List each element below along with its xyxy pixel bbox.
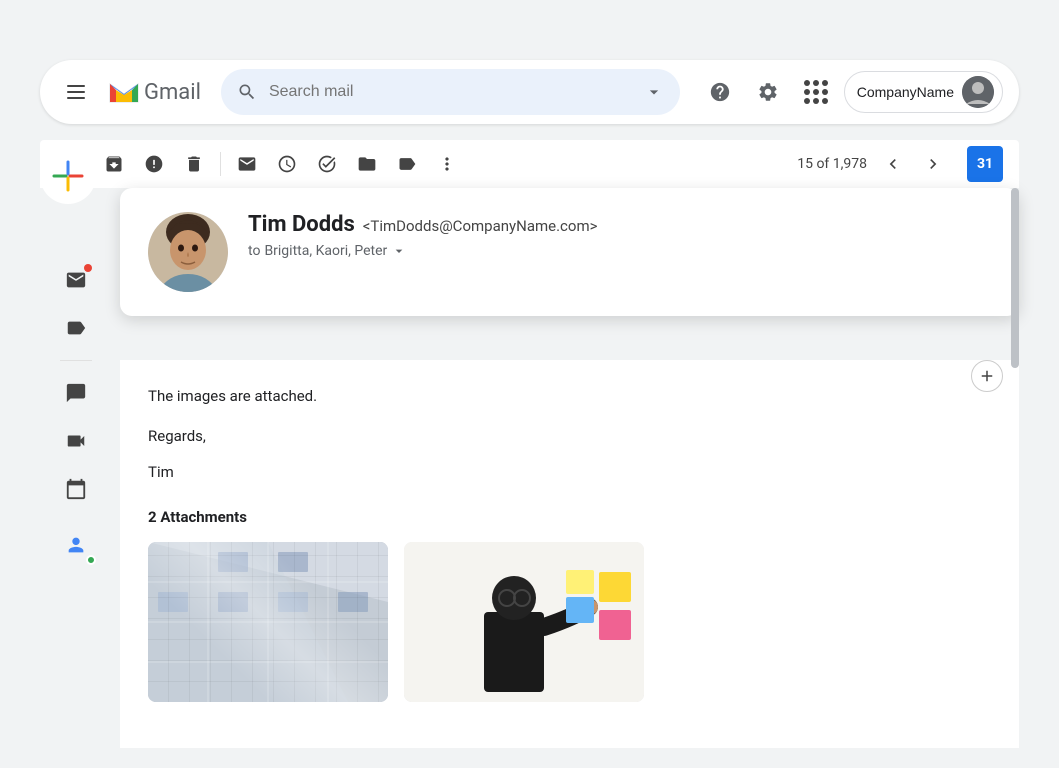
- archive-icon: [104, 154, 124, 174]
- attachment-2[interactable]: [404, 542, 644, 702]
- email-toolbar: 15 of 1,978 31: [40, 140, 1019, 188]
- contacts-status-dot: [86, 555, 96, 565]
- sender-email: <TimDodds@CompanyName.com>: [363, 217, 598, 235]
- label-icon: [397, 154, 417, 174]
- label-sidebar-icon: [65, 317, 87, 339]
- clock-icon: [277, 154, 297, 174]
- sender-name: Tim Dodds: [248, 212, 355, 237]
- sidebar-item-meet[interactable]: [56, 373, 96, 413]
- email-body: The images are attached. Regards, Tim 2 …: [120, 360, 1019, 748]
- archive-button[interactable]: [96, 146, 132, 182]
- move-button[interactable]: [349, 146, 385, 182]
- calendar-badge: 31: [967, 146, 1003, 182]
- sidebar-divider: [60, 360, 92, 361]
- snooze-button[interactable]: [269, 146, 305, 182]
- to-recipients: Brigitta, Kaori, Peter: [264, 243, 387, 259]
- search-dropdown-icon[interactable]: [644, 82, 664, 102]
- toolbar-pagination: 15 of 1,978 31: [797, 146, 1003, 182]
- sender-avatar: [148, 212, 228, 292]
- warning-icon: [144, 154, 164, 174]
- email-line-3: Tim: [148, 460, 991, 484]
- settings-button[interactable]: [748, 72, 788, 112]
- attachments-header: 2 Attachments: [148, 500, 991, 542]
- sender-name-row: Tim Dodds <TimDodds@CompanyName.com>: [248, 212, 991, 237]
- attachment-2-image: [404, 542, 644, 702]
- email-scrollbar[interactable]: [1011, 188, 1019, 368]
- video-sidebar-icon: [65, 430, 87, 452]
- mark-unread-button[interactable]: [229, 146, 265, 182]
- tasks-button[interactable]: [309, 146, 345, 182]
- header-bar: Gmail: [40, 60, 1019, 124]
- toolbar-divider: [220, 152, 221, 176]
- more-vert-icon: [437, 154, 457, 174]
- attachment-1[interactable]: [148, 542, 388, 702]
- chat-sidebar-icon: [65, 382, 87, 404]
- calendar-sidebar-icon: [65, 478, 87, 500]
- person-sidebar-icon: [65, 534, 87, 556]
- attachments-label: 2 Attachments: [148, 508, 247, 526]
- sidebar-item-label[interactable]: [56, 308, 96, 348]
- delete-icon: [184, 154, 204, 174]
- more-button[interactable]: [429, 146, 465, 182]
- folder-icon: [357, 154, 377, 174]
- attachments-row: [148, 542, 991, 702]
- pagination-text: 15 of 1,978: [797, 156, 867, 172]
- mail-notification-dot: [84, 264, 92, 272]
- sidebar-item-contacts[interactable]: [56, 525, 96, 565]
- m-logo-icon: [108, 76, 140, 108]
- account-button[interactable]: CompanyName: [844, 71, 1003, 113]
- task-icon: [317, 154, 337, 174]
- chevron-left-icon: [883, 154, 903, 174]
- gmail-label: Gmail: [144, 80, 201, 105]
- gmail-logo: Gmail: [108, 76, 201, 108]
- label-button[interactable]: [389, 146, 425, 182]
- header-left: Gmail: [56, 72, 201, 112]
- sender-card: Tim Dodds <TimDodds@CompanyName.com> to …: [120, 188, 1019, 316]
- sender-to-row: to Brigitta, Kaori, Peter: [248, 243, 991, 259]
- search-bar[interactable]: [221, 69, 680, 115]
- mail-icon: [237, 154, 257, 174]
- pagination-nav: [875, 146, 951, 182]
- grid-dots-icon: [804, 80, 828, 104]
- help-icon: [709, 81, 731, 103]
- sidebar-item-mail[interactable]: [56, 260, 96, 300]
- email-line-1: The images are attached.: [148, 384, 991, 408]
- sidebar-item-video[interactable]: [56, 421, 96, 461]
- sidebar: [40, 188, 112, 748]
- account-name-label: CompanyName: [857, 84, 954, 100]
- email-line-2: Regards,: [148, 424, 991, 448]
- prev-email-button[interactable]: [875, 146, 911, 182]
- next-email-button[interactable]: [915, 146, 951, 182]
- attachment-1-image: [148, 542, 388, 702]
- help-button[interactable]: [700, 72, 740, 112]
- search-input[interactable]: [269, 83, 632, 101]
- sidebar-item-calendar[interactable]: [56, 469, 96, 509]
- sender-info: Tim Dodds <TimDodds@CompanyName.com> to …: [248, 212, 991, 259]
- recipients-expand-icon[interactable]: [391, 243, 407, 259]
- gmail-container: Gmail: [0, 0, 1059, 768]
- add-attachment-button[interactable]: [971, 360, 1003, 392]
- delete-button[interactable]: [176, 146, 212, 182]
- apps-button[interactable]: [796, 72, 836, 112]
- search-icon: [237, 82, 257, 102]
- to-label: to: [248, 243, 260, 259]
- toolbar-icons: [56, 146, 465, 182]
- avatar: [962, 76, 994, 108]
- menu-button[interactable]: [56, 72, 96, 112]
- gear-icon: [757, 81, 779, 103]
- back-icon: [64, 154, 84, 174]
- mail-sidebar-icon: [65, 269, 87, 291]
- spam-button[interactable]: [136, 146, 172, 182]
- plus-icon: [978, 367, 996, 385]
- back-button[interactable]: [56, 146, 92, 182]
- header-right: CompanyName: [700, 71, 1003, 113]
- chevron-right-icon: [923, 154, 943, 174]
